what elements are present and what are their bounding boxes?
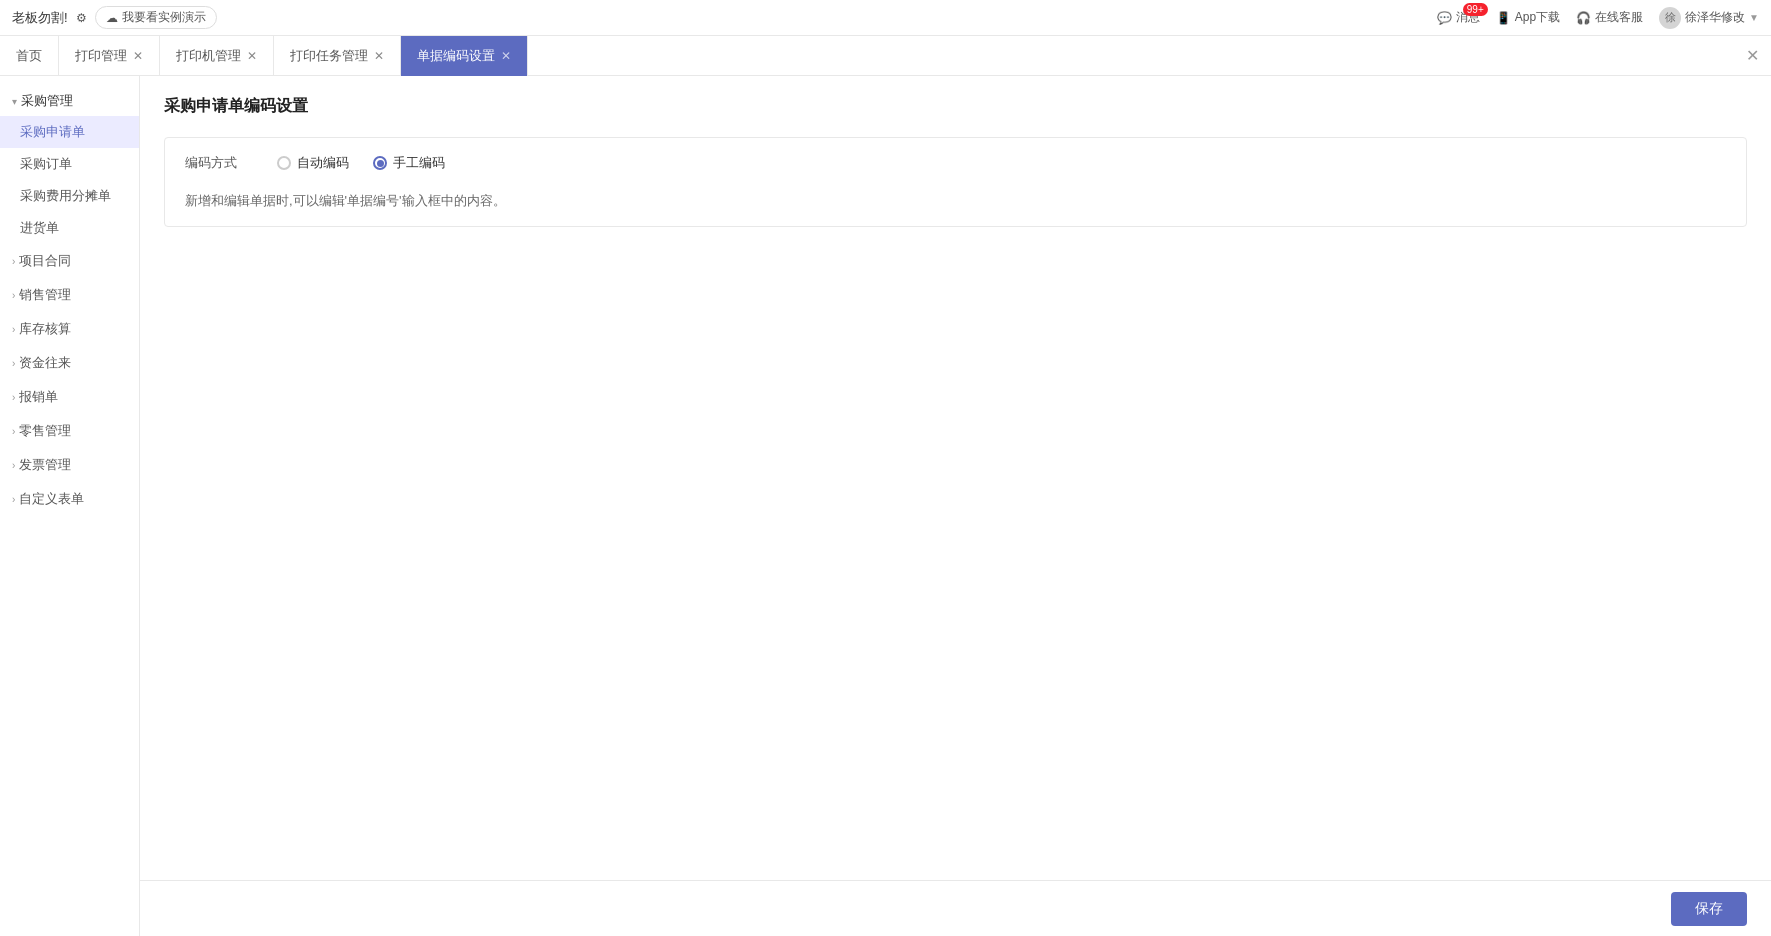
tab-single-code-settings[interactable]: 单据编码设置 ✕: [401, 36, 528, 76]
content-area: 采购申请单编码设置 编码方式 自动编码 手工编码: [140, 76, 1771, 936]
expand-icon: ›: [12, 290, 15, 301]
app-download-button[interactable]: 📱 App下载: [1496, 9, 1560, 26]
sidebar-group-sales[interactable]: › 销售管理: [0, 278, 139, 312]
tab-print-task-mgmt[interactable]: 打印任务管理 ✕: [274, 36, 401, 76]
avatar: 徐: [1659, 7, 1681, 29]
phone-icon: 📱: [1496, 11, 1511, 25]
sidebar-item-purchase-requisition[interactable]: 采购申请单: [0, 116, 139, 148]
messages-button[interactable]: 💬 消息 99+: [1437, 9, 1480, 26]
expand-icon: ›: [12, 460, 15, 471]
gear-icon: ⚙: [76, 11, 87, 25]
sidebar-item-stock-in-label: 进货单: [20, 220, 59, 235]
demo-button[interactable]: ☁ 我要看实例演示: [95, 6, 217, 29]
message-icon: 💬: [1437, 11, 1452, 25]
expand-icon: ›: [12, 256, 15, 267]
user-name: 徐泽华修改: [1685, 9, 1745, 26]
sidebar-group-expense-report[interactable]: › 报销单: [0, 380, 139, 414]
tab-single-code-settings-close[interactable]: ✕: [501, 49, 511, 63]
radio-group: 自动编码 手工编码: [277, 154, 445, 172]
sidebar-group-funds[interactable]: › 资金往来: [0, 346, 139, 380]
user-profile[interactable]: 徐 徐泽华修改 ▼: [1659, 7, 1759, 29]
sidebar-group-custom-form-label: 自定义表单: [19, 490, 84, 508]
encoding-section: 编码方式 自动编码 手工编码 新增和编辑单据时,可以编辑'单据编号'输入框中的内…: [164, 137, 1747, 227]
online-service-label: 在线客服: [1595, 9, 1643, 26]
main-layout: ▾ 采购管理 采购申请单 采购订单 采购费用分摊单 进货单 › 项目合同 › 销…: [0, 76, 1771, 936]
sidebar-group-funds-label: 资金往来: [19, 354, 71, 372]
tab-print-task-mgmt-close[interactable]: ✕: [374, 49, 384, 63]
sidebar-group-retail[interactable]: › 零售管理: [0, 414, 139, 448]
encoding-method-label: 编码方式: [185, 154, 245, 172]
tab-print-task-mgmt-label: 打印任务管理: [290, 47, 368, 65]
sidebar-group-project-contract[interactable]: › 项目合同: [0, 244, 139, 278]
expand-icon: ›: [12, 426, 15, 437]
headset-icon: 🎧: [1576, 11, 1591, 25]
manual-code-label: 手工编码: [393, 154, 445, 172]
tab-print-mgmt[interactable]: 打印管理 ✕: [59, 36, 160, 76]
app-download-label: App下载: [1515, 9, 1560, 26]
sidebar-group-purchase: ▾ 采购管理 采购申请单 采购订单 采购费用分摊单 进货单: [0, 84, 139, 244]
cloud-icon: ☁: [106, 11, 118, 25]
tab-printer-mgmt-label: 打印机管理: [176, 47, 241, 65]
sidebar-item-purchase-requisition-label: 采购申请单: [20, 124, 85, 139]
avatar-text: 徐: [1665, 10, 1676, 25]
sidebar-group-invoice[interactable]: › 发票管理: [0, 448, 139, 482]
radio-auto-code[interactable]: 自动编码: [277, 154, 349, 172]
sidebar-item-purchase-expense[interactable]: 采购费用分摊单: [0, 180, 139, 212]
online-service-button[interactable]: 🎧 在线客服: [1576, 9, 1643, 26]
expand-icon: ›: [12, 494, 15, 505]
sidebar-item-purchase-order[interactable]: 采购订单: [0, 148, 139, 180]
top-bar: 老板勿割! ⚙ ☁ 我要看实例演示 💬 消息 99+ 📱 App下载 🎧 在线客…: [0, 0, 1771, 36]
sidebar-item-stock-in[interactable]: 进货单: [0, 212, 139, 244]
sidebar-group-inventory-label: 库存核算: [19, 320, 71, 338]
sidebar-item-purchase-order-label: 采购订单: [20, 156, 72, 171]
sidebar-group-inventory[interactable]: › 库存核算: [0, 312, 139, 346]
radio-manual-code[interactable]: 手工编码: [373, 154, 445, 172]
sidebar-group-custom-form[interactable]: › 自定义表单: [0, 482, 139, 516]
sidebar-group-purchase-toggle[interactable]: ▾ 采购管理: [0, 84, 139, 116]
tab-print-mgmt-close[interactable]: ✕: [133, 49, 143, 63]
close-all-tabs-button[interactable]: ✕: [1734, 36, 1771, 76]
page-title: 采购申请单编码设置: [164, 96, 1747, 117]
tab-bar: 首页 打印管理 ✕ 打印机管理 ✕ 打印任务管理 ✕ 单据编码设置 ✕ ✕: [0, 36, 1771, 76]
collapse-icon: ▾: [12, 96, 17, 107]
radio-manual-circle: [373, 156, 387, 170]
tab-home[interactable]: 首页: [0, 36, 59, 76]
sidebar-group-retail-label: 零售管理: [19, 422, 71, 440]
sidebar-item-purchase-expense-label: 采购费用分摊单: [20, 188, 111, 203]
sidebar-group-sales-label: 销售管理: [19, 286, 71, 304]
tab-printer-mgmt[interactable]: 打印机管理 ✕: [160, 36, 274, 76]
sidebar-group-project-contract-label: 项目合同: [19, 252, 71, 270]
auto-code-label: 自动编码: [297, 154, 349, 172]
sidebar: ▾ 采购管理 采购申请单 采购订单 采购费用分摊单 进货单 › 项目合同 › 销…: [0, 76, 140, 936]
brand-text: 老板勿割!: [12, 9, 68, 27]
tab-print-mgmt-label: 打印管理: [75, 47, 127, 65]
expand-icon: ›: [12, 358, 15, 369]
content-inner: 采购申请单编码设置 编码方式 自动编码 手工编码: [140, 76, 1771, 880]
sidebar-group-purchase-label: 采购管理: [21, 92, 73, 110]
save-button[interactable]: 保存: [1671, 892, 1747, 926]
sidebar-group-invoice-label: 发票管理: [19, 456, 71, 474]
encoding-description: 新增和编辑单据时,可以编辑'单据编号'输入框中的内容。: [185, 192, 1726, 210]
radio-auto-circle: [277, 156, 291, 170]
content-footer: 保存: [140, 880, 1771, 936]
top-bar-left: 老板勿割! ⚙ ☁ 我要看实例演示: [12, 6, 217, 29]
top-bar-right: 💬 消息 99+ 📱 App下载 🎧 在线客服 徐 徐泽华修改 ▼: [1437, 7, 1759, 29]
expand-icon: ›: [12, 392, 15, 403]
settings-button[interactable]: ⚙: [76, 11, 87, 25]
messages-badge: 99+: [1463, 3, 1488, 16]
tab-home-label: 首页: [16, 47, 42, 65]
sidebar-group-expense-report-label: 报销单: [19, 388, 58, 406]
demo-text: 我要看实例演示: [122, 9, 206, 26]
expand-icon: ›: [12, 324, 15, 335]
tab-single-code-settings-label: 单据编码设置: [417, 47, 495, 65]
chevron-down-icon: ▼: [1749, 12, 1759, 23]
tab-printer-mgmt-close[interactable]: ✕: [247, 49, 257, 63]
encoding-row: 编码方式 自动编码 手工编码: [185, 154, 1726, 172]
